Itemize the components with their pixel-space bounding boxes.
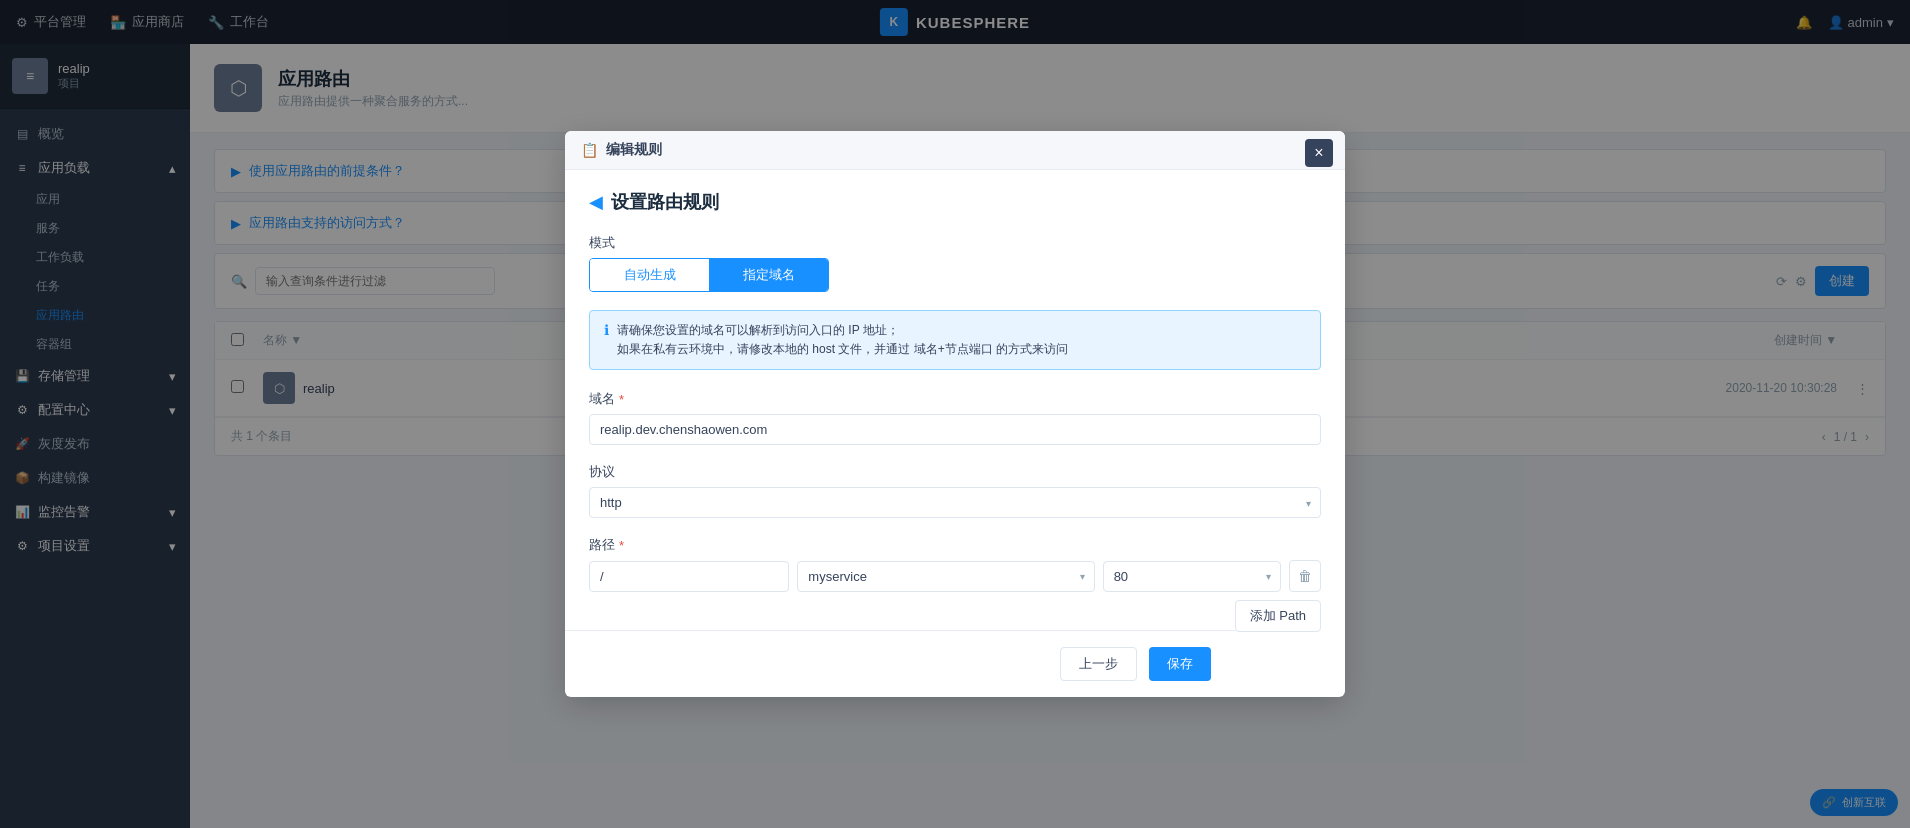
port-select-wrap: 80 ▾	[1103, 561, 1281, 592]
protocol-select[interactable]: http https	[589, 487, 1321, 518]
path-input[interactable]	[589, 561, 789, 592]
protocol-label: 协议	[589, 463, 1321, 481]
add-path-button[interactable]: 添加 Path	[1235, 600, 1321, 632]
modal-top-bar-icon: 📋	[581, 142, 598, 158]
modal-section-title: 设置路由规则	[611, 190, 719, 214]
service-select-wrap: myservice ▾	[797, 561, 1094, 592]
service-select[interactable]: myservice	[797, 561, 1094, 592]
modal-back-icon[interactable]: ◀	[589, 191, 603, 213]
modal-footer: 上一步 保存	[565, 630, 1235, 697]
path-row: myservice ▾ 80 ▾ 🗑	[589, 560, 1321, 592]
path-required-star: *	[619, 538, 624, 553]
domain-label: 域名 *	[589, 390, 1321, 408]
back-button[interactable]: 上一步	[1060, 647, 1137, 681]
info-icon: ℹ	[604, 322, 609, 338]
path-label: 路径 *	[589, 536, 1321, 554]
modal: 📋 编辑规则 × ◀ 设置路由规则 模式 自动生成 指定域名 ℹ	[565, 131, 1345, 697]
info-text: 请确保您设置的域名可以解析到访问入口的 IP 地址； 如果在私有云环境中，请修改…	[617, 321, 1068, 359]
protocol-select-wrapper: http https ▾	[589, 487, 1321, 518]
modal-back-row: ◀ 设置路由规则	[589, 190, 1321, 214]
modal-overlay[interactable]: 📋 编辑规则 × ◀ 设置路由规则 模式 自动生成 指定域名 ℹ	[0, 0, 1910, 828]
domain-group: 域名 *	[589, 390, 1321, 445]
info-box: ℹ 请确保您设置的域名可以解析到访问入口的 IP 地址； 如果在私有云环境中，请…	[589, 310, 1321, 370]
modal-top-bar-title: 编辑规则	[606, 141, 662, 159]
domain-required-star: *	[619, 392, 624, 407]
mode-toggle: 自动生成 指定域名	[589, 258, 829, 292]
modal-body: ◀ 设置路由规则 模式 自动生成 指定域名 ℹ 请确保您设置的域名可以解析到访问…	[565, 170, 1345, 630]
modal-close-button[interactable]: ×	[1305, 139, 1333, 167]
path-delete-button[interactable]: 🗑	[1289, 560, 1321, 592]
save-button[interactable]: 保存	[1149, 647, 1211, 681]
mode-specified-button[interactable]: 指定域名	[709, 259, 828, 291]
domain-input[interactable]	[589, 414, 1321, 445]
mode-auto-button[interactable]: 自动生成	[590, 259, 709, 291]
port-select[interactable]: 80	[1103, 561, 1281, 592]
mode-label: 模式	[589, 234, 1321, 252]
protocol-group: 协议 http https ▾	[589, 463, 1321, 518]
modal-top-bar: 📋 编辑规则	[565, 131, 1345, 170]
mode-group: 模式 自动生成 指定域名	[589, 234, 1321, 292]
path-group: 路径 * myservice ▾ 80 ▾	[589, 536, 1321, 592]
